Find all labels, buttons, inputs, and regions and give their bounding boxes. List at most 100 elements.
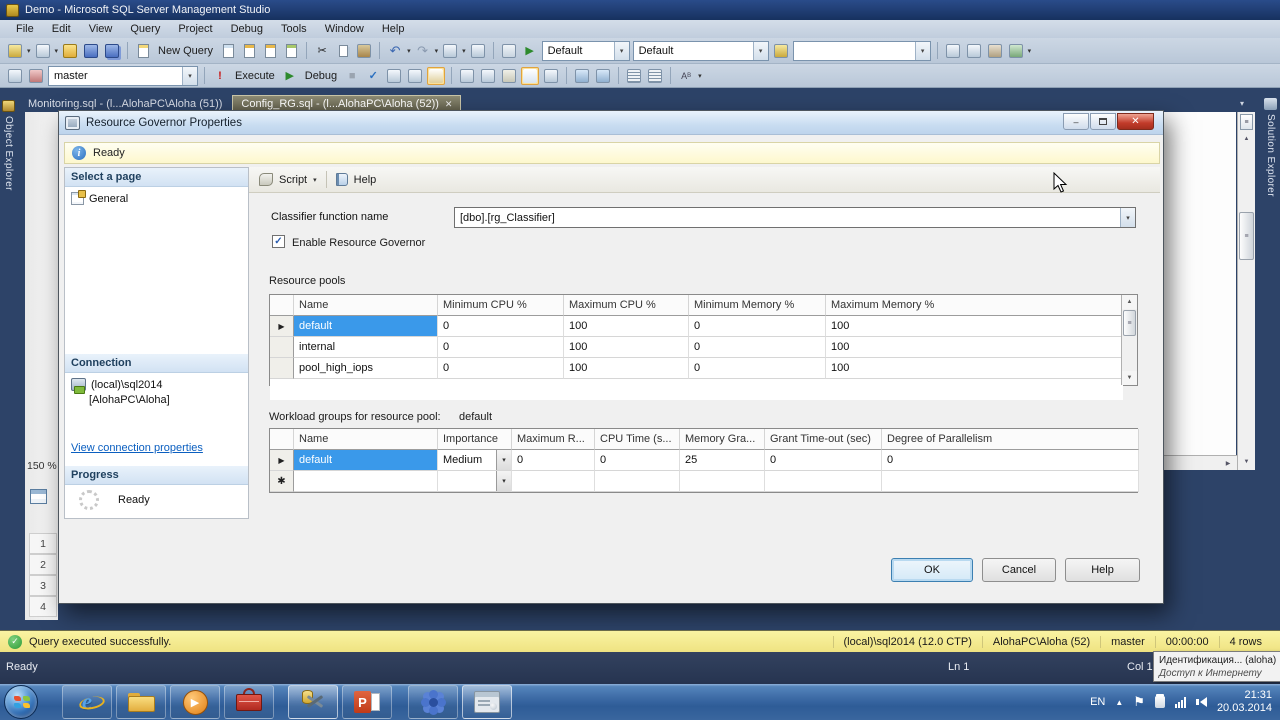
menu-tools[interactable]: Tools bbox=[273, 22, 315, 36]
dialog-help-toolbar-button[interactable]: Help bbox=[354, 174, 377, 186]
col-header[interactable]: Minimum CPU % bbox=[438, 295, 564, 316]
start-play-icon[interactable]: ▶ bbox=[521, 42, 539, 60]
editor-zoom-control[interactable]: 150 % bbox=[27, 458, 57, 474]
taskbar-windows-explorer[interactable] bbox=[116, 685, 166, 719]
result-row-header[interactable]: 4 bbox=[29, 596, 57, 617]
toolbar2-overflow-icon[interactable]: ▾ bbox=[698, 72, 702, 80]
tray-clock[interactable]: 21:31 20.03.2014 bbox=[1217, 689, 1272, 715]
dmx-query-icon[interactable] bbox=[261, 42, 279, 60]
taskbar-sql-config-tool[interactable] bbox=[288, 685, 338, 719]
cell-max-cpu[interactable]: 100 bbox=[564, 316, 689, 337]
menu-query[interactable]: Query bbox=[122, 22, 168, 36]
resource-pools-scrollbar[interactable]: ▲ ≡ ▼ bbox=[1121, 295, 1137, 385]
undo-icon[interactable]: ↶ bbox=[386, 42, 404, 60]
cell-name[interactable]: default bbox=[294, 450, 438, 471]
parse-icon[interactable]: ✓ bbox=[364, 67, 382, 85]
paste-icon[interactable] bbox=[355, 42, 373, 60]
menu-edit[interactable]: Edit bbox=[44, 22, 79, 36]
col-header[interactable]: Maximum Memory % bbox=[826, 295, 1123, 316]
activity-dropdown-icon[interactable]: ▾ bbox=[55, 47, 59, 55]
empty-combo[interactable]: ▾ bbox=[792, 40, 931, 61]
help-button[interactable]: Help bbox=[1065, 558, 1140, 582]
row-selector[interactable]: ▶ bbox=[270, 316, 294, 337]
cell-min-cpu[interactable]: 0 bbox=[438, 358, 564, 379]
results-to-grid-icon[interactable] bbox=[521, 66, 540, 85]
vscroll-thumb[interactable]: ≡ bbox=[1239, 212, 1254, 260]
splitter-handle-icon[interactable]: ≡ bbox=[1240, 114, 1253, 130]
cell-new[interactable] bbox=[512, 471, 595, 492]
row-selector[interactable] bbox=[270, 337, 294, 358]
execute-icon[interactable]: ! bbox=[211, 67, 229, 85]
cell-min-mem[interactable]: 0 bbox=[689, 316, 826, 337]
cut-icon[interactable]: ✂ bbox=[313, 42, 331, 60]
open-file-icon[interactable] bbox=[61, 42, 79, 60]
redo-dropdown-icon[interactable]: ▾ bbox=[435, 47, 439, 55]
result-row-header[interactable]: 3 bbox=[29, 575, 57, 596]
cell-name[interactable]: default bbox=[294, 316, 438, 337]
properties-window-icon[interactable] bbox=[965, 42, 983, 60]
script-dropdown-icon[interactable]: ▾ bbox=[313, 176, 317, 184]
tabstrip-scroll-icon[interactable]: ▾ bbox=[1240, 99, 1244, 108]
mdx-query-icon[interactable] bbox=[240, 42, 258, 60]
object-explorer-icon[interactable] bbox=[944, 42, 962, 60]
col-header[interactable]: CPU Time (s... bbox=[595, 429, 680, 450]
scroll-down-icon[interactable]: ▼ bbox=[1122, 371, 1137, 385]
plan-combo-2[interactable]: Default ▾ bbox=[632, 40, 769, 61]
classifier-combo-arrow-icon[interactable]: ▾ bbox=[1120, 208, 1135, 227]
database-engine-query-icon[interactable] bbox=[219, 42, 237, 60]
tray-expand-icon[interactable]: ▲ bbox=[1115, 698, 1123, 707]
cell-min-cpu[interactable]: 0 bbox=[438, 337, 564, 358]
debug-play-icon[interactable]: ▶ bbox=[281, 67, 299, 85]
menu-view[interactable]: View bbox=[81, 22, 121, 36]
ok-button[interactable]: OK bbox=[891, 558, 973, 582]
cell-new[interactable] bbox=[595, 471, 680, 492]
redo-icon[interactable]: ↷ bbox=[414, 42, 432, 60]
object-explorer-vtab[interactable]: Object Explorer bbox=[0, 97, 17, 295]
vscroll-down-icon[interactable]: ▼ bbox=[1239, 455, 1254, 469]
navigate-icon[interactable] bbox=[441, 42, 459, 60]
combo-arrow-icon[interactable]: ▾ bbox=[752, 41, 768, 60]
action-center-flag-icon[interactable]: ⚑ bbox=[1133, 694, 1145, 710]
cell-importance[interactable]: Medium ▾ bbox=[438, 450, 512, 471]
start-button[interactable] bbox=[4, 685, 38, 719]
col-header-selector[interactable] bbox=[270, 429, 294, 450]
stop-icon[interactable]: ■ bbox=[343, 67, 361, 85]
script-button[interactable]: Script bbox=[279, 174, 307, 186]
cell-new[interactable] bbox=[882, 471, 1139, 492]
display-estimated-plan-icon[interactable] bbox=[385, 67, 403, 85]
combo-arrow-icon[interactable]: ▾ bbox=[613, 41, 629, 60]
taskbar-flower-app[interactable] bbox=[408, 685, 458, 719]
cell-max-mem[interactable]: 100 bbox=[826, 337, 1123, 358]
plan-combo-1[interactable]: Default ▾ bbox=[541, 40, 630, 61]
include-actual-plan-icon[interactable] bbox=[458, 67, 476, 85]
cell-max-mem[interactable]: 100 bbox=[826, 358, 1123, 379]
intellisense-icon[interactable] bbox=[427, 66, 446, 85]
page-item-general[interactable]: General bbox=[71, 190, 128, 205]
col-header[interactable]: Memory Gra... bbox=[680, 429, 765, 450]
result-row-header[interactable]: 1 bbox=[29, 533, 57, 554]
scroll-thumb[interactable]: ≡ bbox=[1123, 310, 1136, 336]
execute-button[interactable]: Execute bbox=[232, 70, 278, 82]
col-header[interactable]: Degree of Parallelism bbox=[882, 429, 1139, 450]
combo-arrow-icon[interactable]: ▾ bbox=[182, 66, 197, 85]
col-header[interactable]: Grant Time-out (sec) bbox=[765, 429, 882, 450]
navigate-dropdown-icon[interactable]: ▾ bbox=[462, 47, 466, 55]
template-explorer-icon[interactable] bbox=[772, 42, 790, 60]
col-header[interactable]: Importance bbox=[438, 429, 512, 450]
col-header[interactable]: Maximum CPU % bbox=[564, 295, 689, 316]
window-layout-icon[interactable] bbox=[469, 42, 487, 60]
cell-min-mem[interactable]: 0 bbox=[689, 358, 826, 379]
specify-values-icon[interactable]: AB bbox=[677, 67, 695, 85]
new-query-icon[interactable] bbox=[134, 42, 152, 60]
available-databases-combo[interactable]: master ▾ bbox=[48, 65, 198, 86]
cell-name-new[interactable] bbox=[294, 471, 438, 492]
results-to-text-icon[interactable] bbox=[500, 67, 518, 85]
cell-importance-new[interactable]: ▾ bbox=[438, 471, 512, 492]
cell-max-cpu[interactable]: 100 bbox=[564, 358, 689, 379]
menu-help[interactable]: Help bbox=[374, 22, 413, 36]
decrease-indent-icon[interactable] bbox=[625, 67, 643, 85]
col-header[interactable]: Minimum Memory % bbox=[689, 295, 826, 316]
col-header[interactable]: Name bbox=[294, 429, 438, 450]
taskbar-toolbox[interactable] bbox=[224, 685, 274, 719]
col-header[interactable]: Maximum R... bbox=[512, 429, 595, 450]
